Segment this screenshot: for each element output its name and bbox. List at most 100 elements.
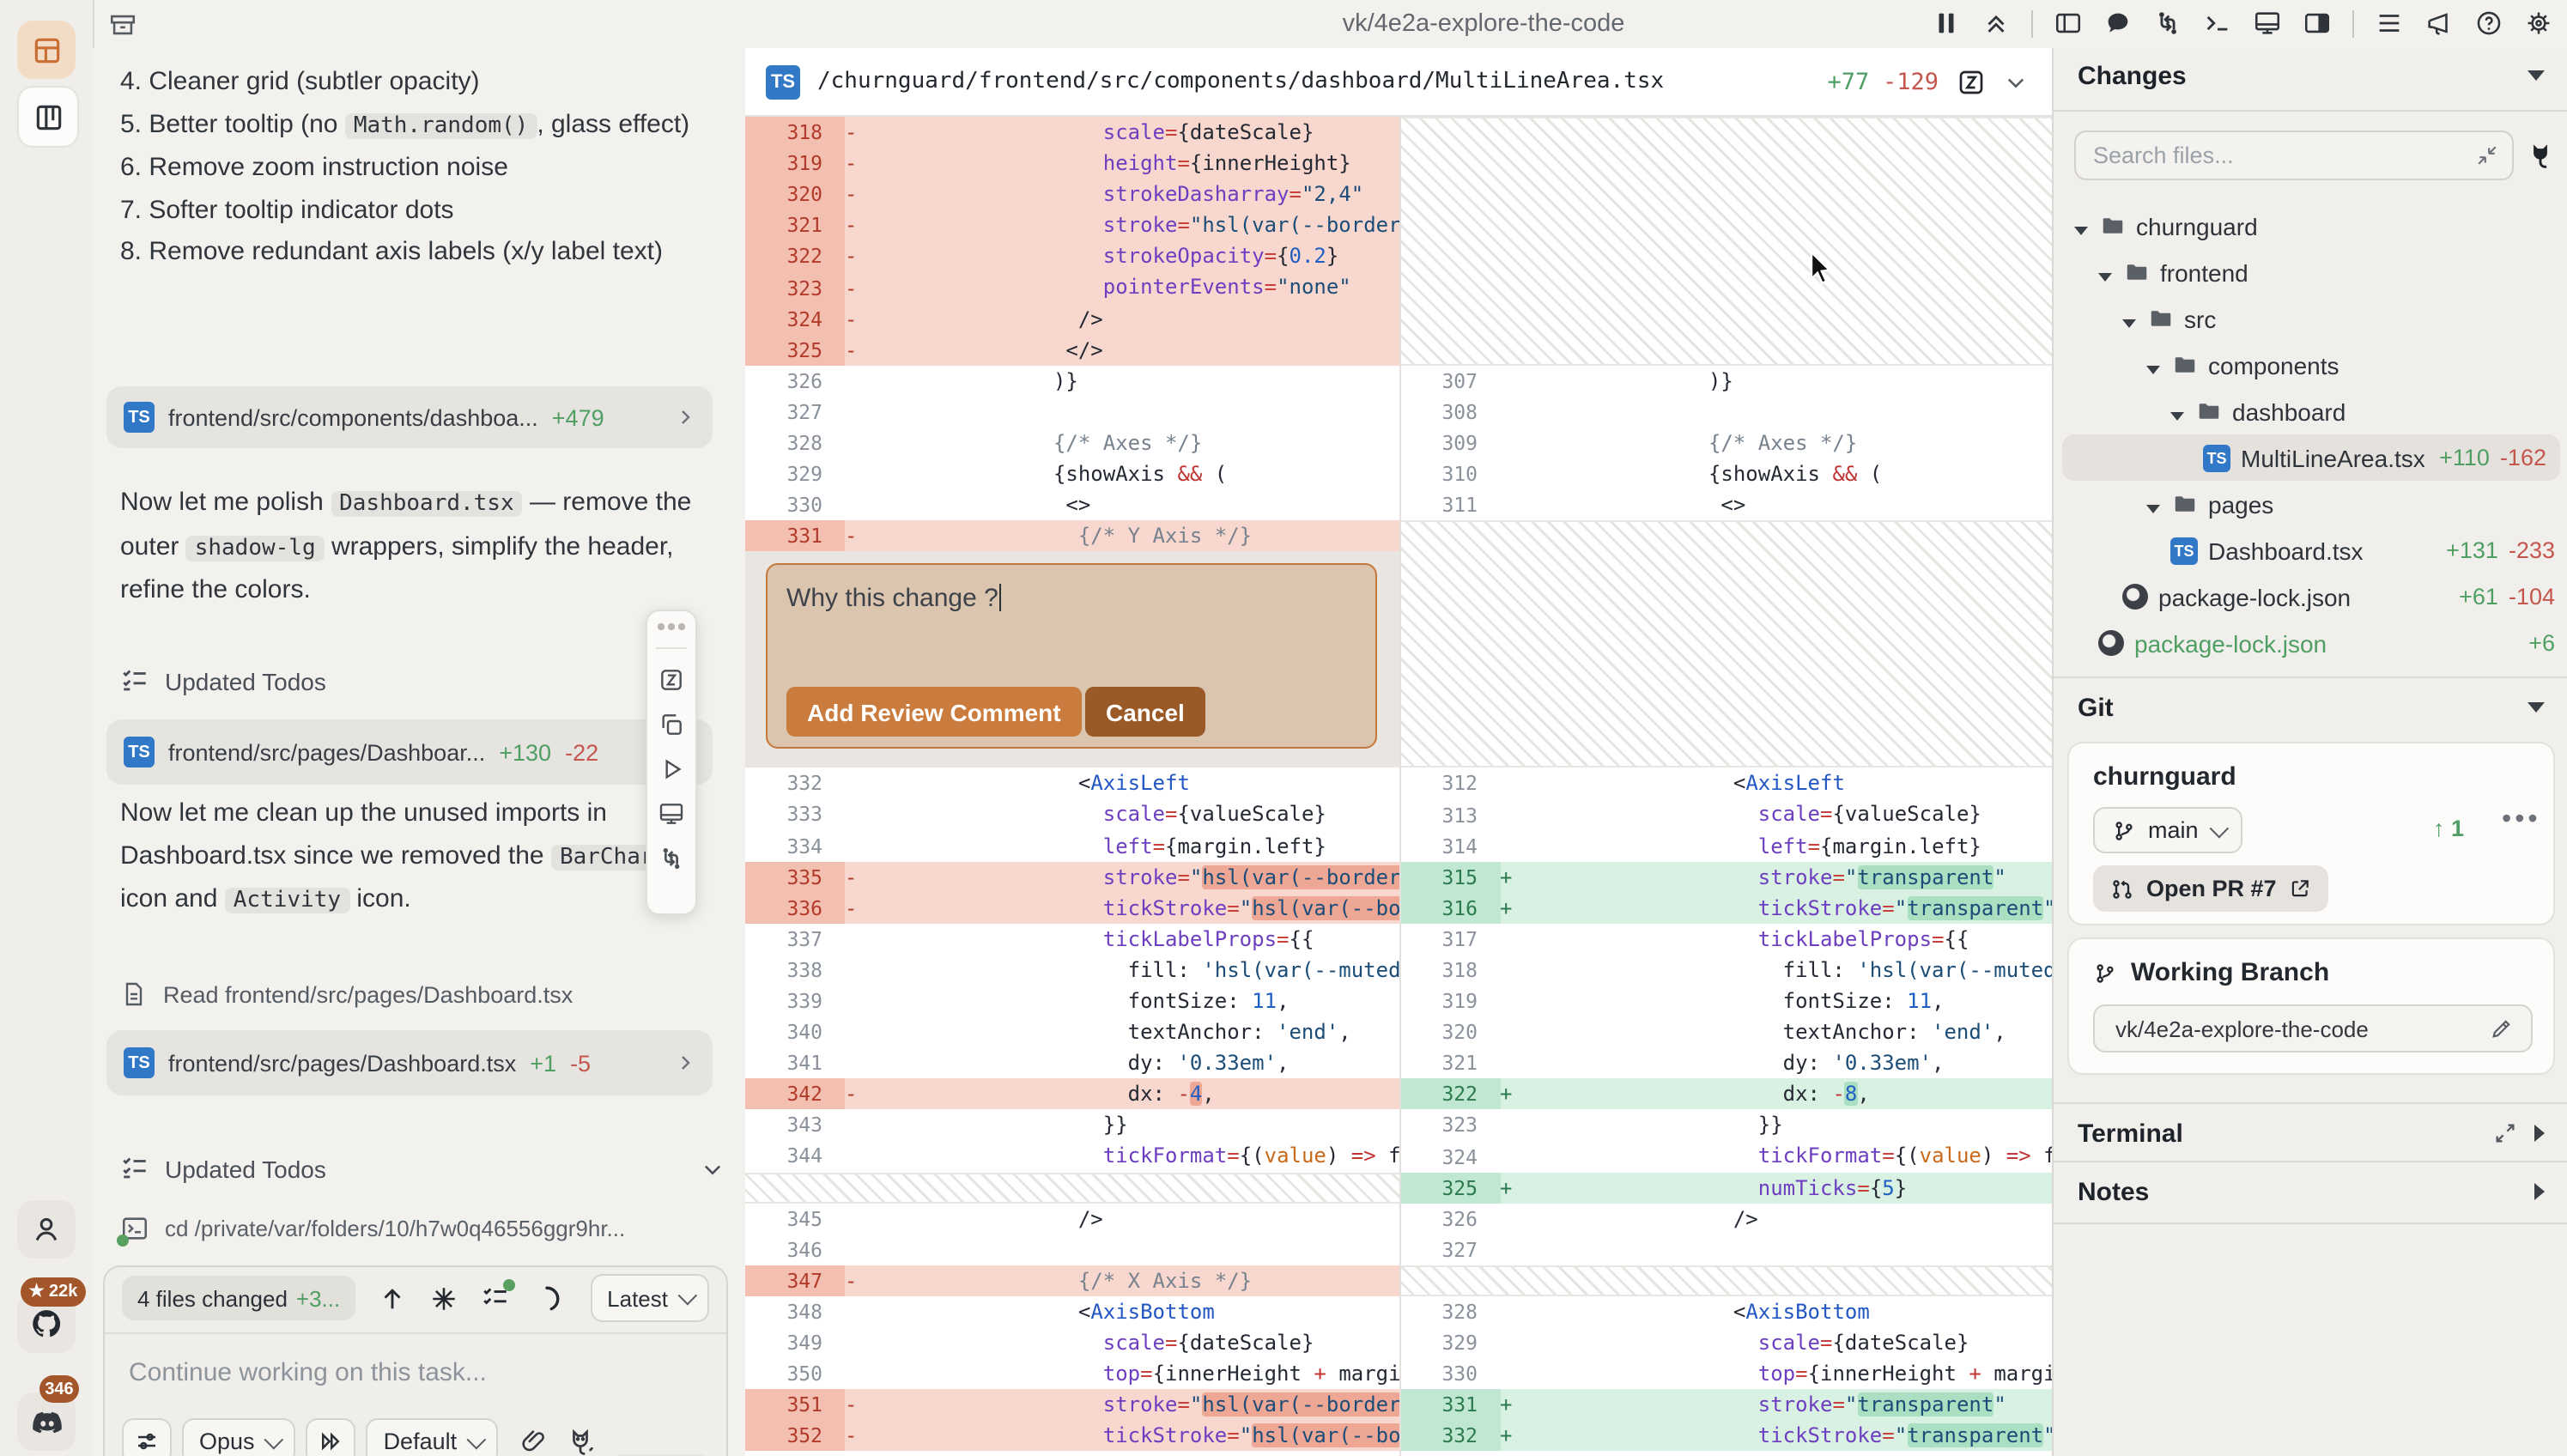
diff-line-old-329[interactable]: 329 {showAxis && ( [745,458,1399,489]
diff-line-new-307[interactable]: 307 )} [1400,366,2052,397]
diff-line-new-325[interactable]: 325+ numTicks={5} [1400,1172,2052,1203]
diff-line-old-340[interactable]: 340 textAnchor: 'end', [745,1016,1399,1047]
tree-item-Dashboard.tsx[interactable]: TSDashboard.tsx+131-233 [2054,527,2567,573]
git-section-header[interactable]: Git [2054,680,2567,735]
drag-handle-icon[interactable] [658,623,685,629]
spark-icon[interactable] [429,1283,458,1313]
chevron-down-icon[interactable] [2170,397,2184,425]
notes-section-header[interactable]: Notes [2054,1164,2567,1219]
read-file-row[interactable]: Read frontend/src/pages/Dashboard.tsx [120,980,573,1008]
cat-icon[interactable] [2524,139,2557,172]
cancel-button[interactable]: Cancel [1085,688,1205,737]
archive-icon[interactable] [108,10,137,39]
account-button[interactable] [17,1200,76,1259]
mode-dropdown[interactable]: Default [367,1418,499,1456]
diff-line-old-338[interactable]: 338 fill: 'hsl(var(--muted [745,955,1399,986]
diff-line-new-313[interactable]: 313 scale={valueScale} [1400,799,2052,830]
chevron-right-icon[interactable] [675,1053,695,1073]
tree-item-src[interactable]: src [2054,295,2567,342]
diff-line-old-331[interactable]: 331- {/* Y Axis */} [745,520,1399,551]
diff-line-new-311[interactable]: 311 <> [1400,489,2052,520]
diff-line-old-326[interactable]: 326 )} [745,366,1399,397]
tree-item-MultiLineArea.tsx[interactable]: TSMultiLineArea.tsx+110-162 [2062,434,2560,481]
diff-view-icon[interactable] [658,665,685,693]
diff-line-new-312[interactable]: 312 <AxisLeft [1400,768,2052,799]
diff-line-old-327[interactable]: 327 [745,397,1399,428]
git-compare-icon[interactable] [2153,9,2182,38]
collapse-up-icon[interactable] [1981,9,2011,38]
diff-line-old-319[interactable]: 319- height={innerHeight} [745,148,1399,179]
diff-line-new-309[interactable]: 309 {/* Axes */} [1400,428,2052,458]
diff-line-new-308[interactable]: 308 [1400,397,2052,428]
diff-line-old-322[interactable]: 322- strokeOpacity={0.2} [745,241,1399,272]
diff-line-old-335[interactable]: 335- stroke="hsl(var(--border [745,861,1399,892]
panel-left-icon[interactable] [2054,9,2083,38]
diff-line-old-352[interactable]: 352- tickStroke="hsl(var(--bo [745,1421,1399,1452]
diff-line-new-323[interactable]: 323 }} [1400,1110,2052,1141]
diff-line-new-320[interactable]: 320 textAnchor: 'end', [1400,1016,2052,1047]
diff-line-new-310[interactable]: 310 {showAxis && ( [1400,458,2052,489]
more-options-icon[interactable]: ••• [2502,805,2541,836]
diff-line-old-348[interactable]: 348 <AxisBottom [745,1296,1399,1327]
megaphone-icon[interactable] [2424,9,2454,38]
diff-line-old-334[interactable]: 334 left={margin.left} [745,830,1399,861]
diff-line-new-329[interactable]: 329 scale={dateScale} [1400,1327,2052,1358]
branch-dropdown[interactable]: main [2093,807,2243,853]
files-changed-chip[interactable]: 4 files changed +3... [122,1276,355,1320]
chat-bubble-icon[interactable] [2103,9,2133,38]
monitor-icon[interactable] [2253,9,2282,38]
tree-item-components[interactable]: components [2054,342,2567,388]
message-input[interactable] [125,1356,699,1389]
chevron-down-icon[interactable] [2098,258,2112,286]
edit-pencil-icon[interactable] [2490,1016,2514,1040]
diff-line-new-330[interactable]: 330 top={innerHeight + margi [1400,1358,2052,1389]
diff-line-old-323[interactable]: 323- pointerEvents="none" [745,272,1399,303]
diff-line-new-324[interactable]: 324 tickFormat={(value) => f [1400,1141,2052,1172]
diff-line-new-319[interactable]: 319 fontSize: 11, [1400,986,2052,1016]
run-play-icon[interactable] [658,755,685,782]
diff-line-old-342[interactable]: 342- dx: -4, [745,1079,1399,1110]
todo-status-icon[interactable] [481,1283,510,1313]
file-chip-pages-dashboard[interactable]: TS frontend/src/pages/Dashboar... +130 -… [106,719,713,785]
preview-monitor-icon[interactable] [658,799,685,827]
attach-paperclip-icon[interactable] [519,1427,548,1456]
diff-line-old-341[interactable]: 341 dy: '0.33em', [745,1047,1399,1078]
diff-line-old-345[interactable]: 345 /> [745,1203,1399,1234]
chevron-down-icon[interactable] [2146,351,2160,379]
fast-forward-button[interactable] [306,1418,356,1456]
review-comment-box[interactable]: Why this change ? Add Review Comment Can… [766,564,1377,749]
tree-item-package-lock.json[interactable]: package-lock.json+61-104 [2054,573,2567,620]
comment-input[interactable]: Why this change ? [786,585,1002,614]
menu-icon[interactable] [2375,9,2404,38]
expand-icon[interactable] [2493,1121,2517,1145]
chevron-down-icon[interactable] [2004,70,2028,94]
diff-line-old-346[interactable]: 346 [745,1234,1399,1265]
diff-line-old-318[interactable]: 318- scale={dateScale} [745,117,1399,148]
file-chip-pages-dashboard-2[interactable]: TS frontend/src/pages/Dashboard.tsx +1 -… [106,1030,713,1095]
diff-line-old-343[interactable]: 343 }} [745,1110,1399,1141]
diff-line-new-317[interactable]: 317 tickLabelProps={{ [1400,924,2052,955]
working-branch-input[interactable] [2112,1014,2490,1043]
git-compare-icon[interactable] [658,844,685,871]
diff-line-old-333[interactable]: 333 scale={valueScale} [745,799,1399,830]
chevron-down-icon[interactable] [2074,212,2088,240]
diff-line-old-324[interactable]: 324- /> [745,303,1399,334]
tree-item-churnguard[interactable]: churnguard [2054,203,2567,249]
scroll-up-icon[interactable] [378,1283,407,1313]
updated-todos-row[interactable]: Updated Todos [120,666,326,695]
pause-icon[interactable] [1932,9,1961,38]
changes-section-header[interactable]: Changes [2054,48,2567,103]
diff-line-old-349[interactable]: 349 scale={dateScale} [745,1327,1399,1358]
diff-line-old-339[interactable]: 339 fontSize: 11, [745,986,1399,1016]
chevron-down-icon[interactable] [2122,305,2136,332]
panel-right-icon[interactable] [2303,9,2332,38]
open-pr-button[interactable]: Open PR #7 [2093,865,2328,912]
collapse-tree-icon[interactable] [2476,144,2498,167]
layout-view-button[interactable] [17,21,76,79]
tree-item-dashboard[interactable]: dashboard [2054,388,2567,434]
diff-line-old-351[interactable]: 351- stroke="hsl(var(--border [745,1389,1399,1420]
settings-gear-icon[interactable] [2524,9,2553,38]
diff-line-old-350[interactable]: 350 top={innerHeight + margi [745,1358,1399,1389]
version-dropdown[interactable]: Latest [590,1274,709,1322]
diff-line-old-332[interactable]: 332 <AxisLeft [745,768,1399,799]
